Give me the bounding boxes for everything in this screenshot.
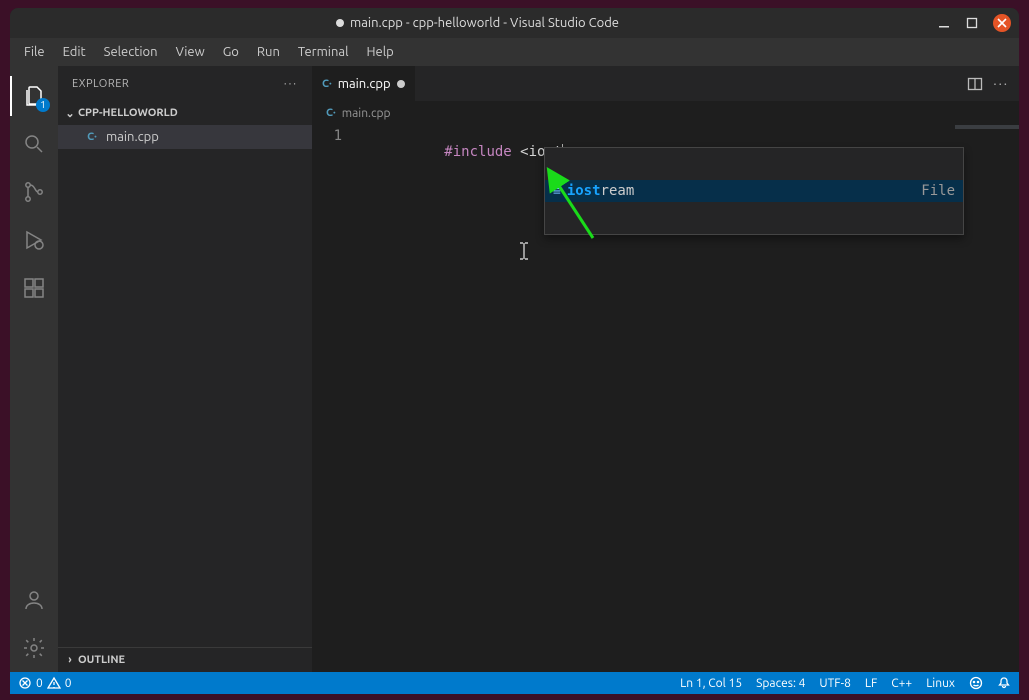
vscode-window: main.cpp - cpp-helloworld - Visual Studi… [10, 8, 1019, 694]
suggest-kind-label: File [921, 183, 955, 199]
split-editor-icon[interactable] [967, 76, 983, 92]
activity-settings[interactable] [10, 624, 58, 672]
suggest-rest: ream [601, 183, 635, 199]
explorer-title: EXPLORER [72, 78, 129, 90]
activity-source-control[interactable] [10, 168, 58, 216]
folder-name: CPP-HELLOWORLD [78, 107, 178, 119]
folder-section-header[interactable]: ⌄ CPP-HELLOWORLD [58, 101, 312, 125]
editor-area: C· main.cpp ··· C· main.cpp [312, 66, 1019, 672]
menu-go[interactable]: Go [215, 43, 247, 61]
status-problems[interactable]: 0 0 [18, 676, 72, 690]
statusbar: 0 0 Ln 1, Col 15 Spaces: 4 UTF-8 LF C++ … [10, 672, 1019, 694]
menu-terminal[interactable]: Terminal [290, 43, 357, 61]
explorer-header: EXPLORER ··· [58, 66, 312, 101]
file-item-main-cpp[interactable]: C· main.cpp [58, 125, 312, 149]
activity-search[interactable] [10, 120, 58, 168]
gutter: 1 [312, 125, 360, 672]
minimize-button[interactable] [937, 16, 951, 30]
breadcrumb-file: main.cpp [342, 107, 391, 120]
activity-extensions[interactable] [10, 264, 58, 312]
editor-tabs: C· main.cpp ··· [312, 66, 1019, 101]
status-cursor-pos[interactable]: Ln 1, Col 15 [680, 677, 742, 690]
explorer-sidebar: EXPLORER ··· ⌄ CPP-HELLOWORLD C· main.cp… [58, 66, 312, 672]
menu-edit[interactable]: Edit [55, 43, 94, 61]
menubar: File Edit Selection View Go Run Terminal… [10, 38, 1019, 66]
menu-view[interactable]: View [168, 43, 213, 61]
code-editor[interactable]: 1 #include <iost ≡ iostream File [312, 125, 1019, 672]
maximize-button[interactable] [965, 16, 979, 30]
title-group: main.cpp - cpp-helloworld - Visual Studi… [18, 16, 937, 30]
menu-run[interactable]: Run [249, 43, 288, 61]
activity-run-debug[interactable] [10, 216, 58, 264]
suggest-item[interactable]: ≡ iostream File [545, 180, 963, 202]
code-line-1[interactable]: #include <iost ≡ iostream File [360, 125, 563, 672]
status-eol[interactable]: LF [865, 677, 877, 690]
outline-label: OUTLINE [78, 654, 125, 666]
status-feedback-icon[interactable] [969, 676, 983, 690]
line-number: 1 [312, 128, 342, 144]
status-language[interactable]: C++ [891, 677, 912, 690]
chevron-right-icon: › [64, 654, 76, 666]
file-name: main.cpp [106, 130, 159, 144]
status-errors-count: 0 [36, 677, 43, 690]
status-os[interactable]: Linux [926, 677, 955, 690]
activity-explorer[interactable]: 1 [10, 72, 58, 120]
cpp-file-icon: C· [84, 129, 100, 145]
cpp-file-icon: C· [326, 107, 336, 119]
activity-account[interactable] [10, 576, 58, 624]
tab-filename: main.cpp [338, 77, 391, 91]
more-actions-icon[interactable]: ··· [993, 77, 1009, 91]
minimap-viewport[interactable] [955, 125, 1019, 129]
tab-dirty-dot [397, 80, 405, 88]
menu-help[interactable]: Help [358, 43, 401, 61]
window-title: main.cpp - cpp-helloworld - Visual Studi… [350, 16, 619, 30]
activitybar: 1 [10, 66, 58, 672]
menu-selection[interactable]: Selection [96, 43, 166, 61]
dirty-indicator-dot [336, 19, 344, 27]
breadcrumbs[interactable]: C· main.cpp [312, 101, 1019, 125]
status-encoding[interactable]: UTF-8 [819, 677, 850, 690]
autocomplete-popup[interactable]: ≡ iostream File [544, 147, 964, 235]
status-indent[interactable]: Spaces: 4 [756, 677, 805, 690]
menu-file[interactable]: File [16, 43, 53, 61]
suggest-kind-icon: ≡ [553, 184, 561, 199]
status-warnings-count: 0 [65, 677, 72, 690]
cpp-file-icon: C· [322, 78, 332, 90]
outline-section-header[interactable]: › OUTLINE [58, 648, 312, 672]
token-macro: #include [444, 144, 511, 160]
chevron-down-icon: ⌄ [64, 107, 76, 120]
close-button[interactable] [993, 14, 1011, 32]
titlebar[interactable]: main.cpp - cpp-helloworld - Visual Studi… [10, 8, 1019, 38]
suggest-match: iost [567, 183, 601, 199]
tab-main-cpp[interactable]: C· main.cpp [312, 66, 416, 101]
explorer-badge: 1 [36, 98, 50, 112]
status-bell-icon[interactable] [997, 676, 1011, 690]
explorer-more-icon[interactable]: ··· [284, 78, 298, 90]
